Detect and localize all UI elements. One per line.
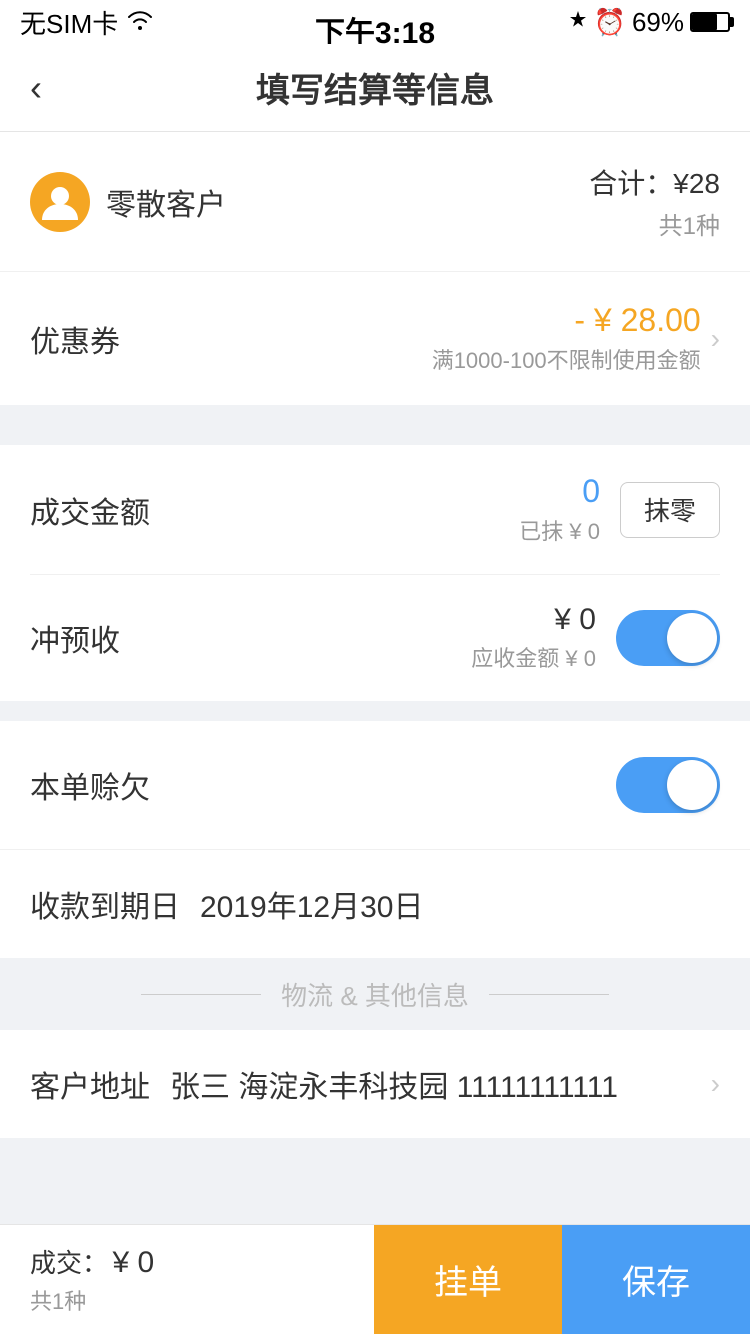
customer-section: 零散客户 合计：¥28 共1种 优惠券 - ¥ 28.00 满1000-100不… (0, 132, 750, 405)
wifi-icon (126, 7, 154, 38)
address-chevron-icon: › (711, 1068, 720, 1100)
deal-value-wrap: 0 已抹 ¥ 0 (519, 473, 600, 546)
prepay-right: ¥ 0 应收金额 ¥ 0 (471, 603, 720, 673)
prepay-sub: 应收金额 ¥ 0 (471, 641, 596, 673)
prepay-value-wrap: ¥ 0 应收金额 ¥ 0 (471, 603, 596, 673)
address-label: 客户地址 (30, 1062, 150, 1106)
coupon-info: - ¥ 28.00 满1000-100不限制使用金额 (432, 302, 701, 375)
bottom-deal-row: 成交： ¥ 0 (30, 1243, 344, 1280)
carrier-label: 无SIM卡 (20, 4, 118, 41)
credit-toggle[interactable] (616, 757, 720, 813)
separator-1 (0, 425, 750, 445)
customer-count: 共1种 (589, 206, 720, 241)
prepay-row: 冲预收 ¥ 0 应收金额 ¥ 0 (30, 575, 720, 701)
coupon-row[interactable]: 优惠券 - ¥ 28.00 满1000-100不限制使用金额 › (0, 271, 750, 405)
bottom-deal-value: ¥ 0 (112, 1246, 154, 1279)
due-date-label: 收款到期日 (30, 882, 180, 926)
customer-row: 零散客户 合计：¥28 共1种 (0, 132, 750, 271)
status-right: ⏰ 69% (568, 7, 730, 38)
credit-toggle-knob (667, 760, 717, 810)
credit-label: 本单赊欠 (30, 763, 150, 807)
bottom-info: 成交： ¥ 0 共1种 (0, 1243, 374, 1316)
alarm-icon: ⏰ (594, 7, 626, 38)
save-button[interactable]: 保存 (562, 1225, 750, 1334)
separator-2 (0, 701, 750, 721)
page-title: 填写结算等信息 (256, 63, 494, 112)
back-button[interactable]: ‹ (30, 67, 42, 109)
customer-left: 零散客户 (30, 172, 226, 232)
customer-name: 零散客户 (106, 180, 226, 224)
battery-icon (690, 12, 730, 32)
deal-right: 0 已抹 ¥ 0 抹零 (519, 473, 720, 546)
prepay-label: 冲预收 (30, 616, 120, 660)
customer-right: 合计：¥28 共1种 (589, 162, 720, 241)
deal-amount-row: 成交金额 0 已抹 ¥ 0 抹零 (30, 445, 720, 575)
prepay-toggle[interactable] (616, 610, 720, 666)
deal-value: 0 (519, 473, 600, 510)
coupon-chevron-icon: › (711, 323, 720, 355)
bottom-deal-label: 成交： (30, 1248, 108, 1278)
coupon-desc: 满1000-100不限制使用金额 (432, 343, 701, 375)
coupon-right: - ¥ 28.00 满1000-100不限制使用金额 › (432, 302, 720, 375)
status-bar: 无SIM卡 下午3:18 ⏰ 69% (0, 0, 750, 44)
logistics-divider: 物流 & 其他信息 (0, 958, 750, 1030)
address-section: 客户地址 张三 海淀永丰科技园 11111111111 › (0, 1030, 750, 1138)
credit-row: 本单赊欠 (30, 721, 720, 849)
status-left: 无SIM卡 (20, 4, 154, 41)
nav-bar: ‹ 填写结算等信息 (0, 44, 750, 132)
avatar (30, 172, 90, 232)
prepay-value: ¥ 0 (471, 603, 596, 637)
suspend-button[interactable]: 挂单 (374, 1225, 562, 1334)
deal-section: 成交金额 0 已抹 ¥ 0 抹零 冲预收 ¥ 0 应收金额 ¥ 0 (0, 445, 750, 701)
round-zero-button[interactable]: 抹零 (620, 482, 720, 538)
bottom-count: 共1种 (30, 1284, 344, 1316)
deal-sub: 已抹 ¥ 0 (519, 514, 600, 546)
deal-amount-label: 成交金额 (30, 488, 150, 532)
customer-total: 合计：¥28 (589, 162, 720, 202)
address-value: 张三 海淀永丰科技园 11111111111 (170, 1062, 711, 1106)
toggle-knob (667, 613, 717, 663)
logistics-text: 物流 & 其他信息 (141, 976, 609, 1013)
coupon-discount: - ¥ 28.00 (432, 302, 701, 339)
battery-fill (692, 14, 717, 30)
due-date-value: 2019年12月30日 (200, 882, 423, 926)
due-date-row[interactable]: 收款到期日 2019年12月30日 (0, 849, 750, 958)
credit-section: 本单赊欠 (0, 721, 750, 849)
address-row[interactable]: 客户地址 张三 海淀永丰科技园 11111111111 › (0, 1030, 750, 1138)
bottom-bar: 成交： ¥ 0 共1种 挂单 保存 (0, 1224, 750, 1334)
battery-percent: 69% (632, 7, 684, 38)
coupon-label: 优惠券 (30, 317, 120, 361)
gps-icon (568, 7, 588, 38)
